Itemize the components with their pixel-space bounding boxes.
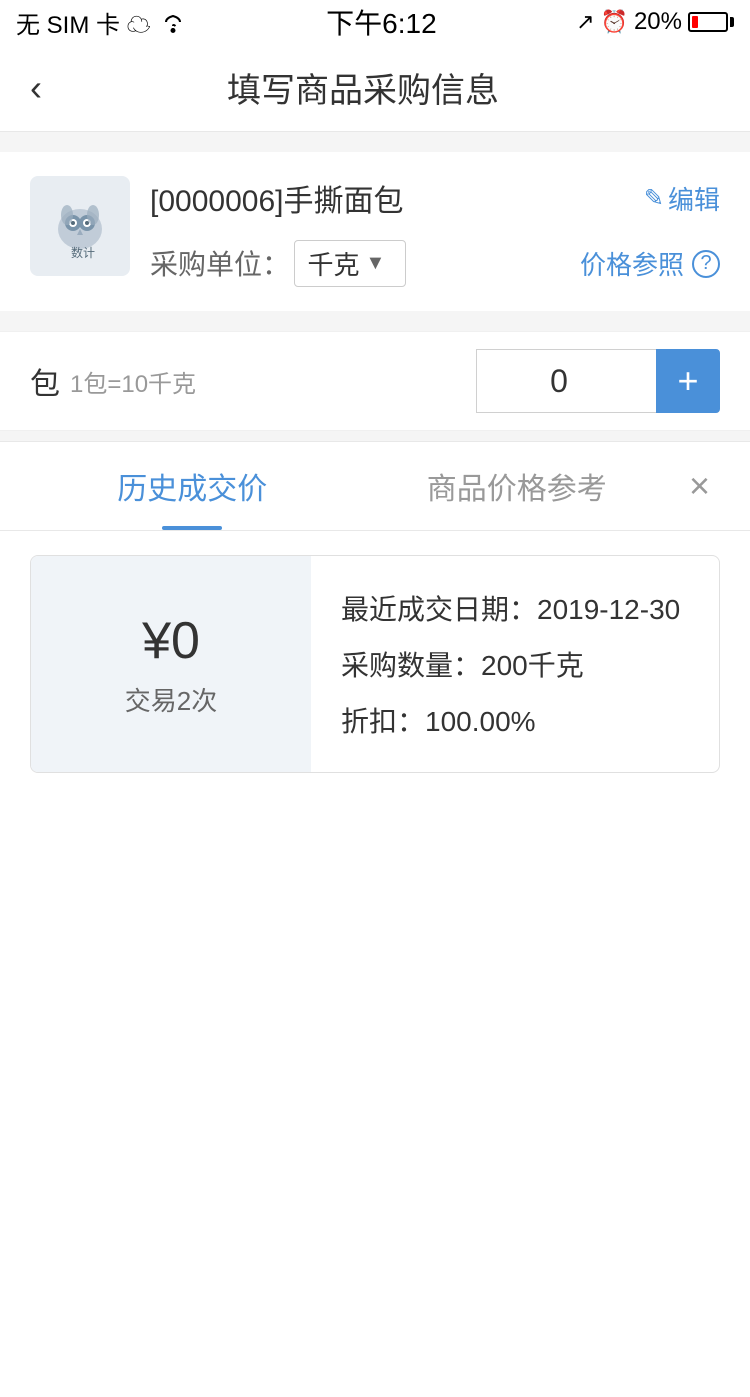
status-right: ↗ ⏰ 20% [576,8,734,36]
price-card: ¥0 交易2次 最近成交日期：2019-12-30 采购数量：200千克 折扣：… [30,555,720,773]
qty-input-group: + [476,349,720,413]
product-thumbnail: 数计 [30,176,130,276]
price-card-container: ¥0 交易2次 最近成交日期：2019-12-30 采购数量：200千克 折扣：… [0,531,750,797]
alarm-icon: ⏰ [601,9,628,35]
no-sim-text: 无 SIM 卡 ☁ [16,5,151,40]
product-card: 数计 [0000006]手撕面包 ✎ 编辑 采购单位： 千克 ▼ [0,152,750,311]
battery-icon [688,12,734,32]
edit-button[interactable]: ✎ 编辑 [644,180,720,217]
tab-price-reference[interactable]: 商品价格参考 [354,442,678,530]
svg-text:数计: 数计 [71,245,95,260]
status-time: 下午6:12 [326,2,437,42]
unit-label: 采购单位： [150,249,290,280]
tab-active-underline [162,526,222,530]
location-icon: ↗ [576,9,594,35]
tab-header: 历史成交价 商品价格参考 × [0,442,750,531]
product-logo-icon: 数计 [45,191,115,261]
tab-section: 历史成交价 商品价格参考 × ¥0 交易2次 最近成交日期：2019-12-30… [0,441,750,797]
unit-dropdown-arrow-icon: ▼ [365,252,385,275]
qty-conversion: 1包=10千克 [70,364,196,399]
tab-close-button[interactable]: × [679,455,720,517]
tab-history-price[interactable]: 历史成交价 [30,442,354,530]
price-purchase-qty: 采购数量：200千克 [341,644,689,684]
price-amount: ¥0 [142,611,200,671]
page-title: 填写商品采购信息 [62,63,664,112]
unit-select[interactable]: 千克 ▼ [294,240,406,287]
price-last-date: 最近成交日期：2019-12-30 [341,588,689,628]
price-ref-button[interactable]: 价格参照 ? [580,245,720,282]
nav-bar: ‹ 填写商品采购信息 [0,44,750,132]
price-left: ¥0 交易2次 [31,556,311,772]
product-info: [0000006]手撕面包 ✎ 编辑 采购单位： 千克 ▼ 价格参照 ? [150,176,720,287]
price-ref-label: 价格参照 [580,245,684,282]
qty-input[interactable] [476,349,656,413]
back-button[interactable]: ‹ [30,67,42,109]
wifi-icon [159,11,187,33]
bottom-area [0,797,750,1397]
quantity-section: 包 1包=10千克 + [0,331,750,431]
product-full-name: [0000006]手撕面包 [150,176,403,220]
unit-label-group: 采购单位： 千克 ▼ [150,240,406,287]
edit-icon: ✎ [644,184,664,213]
battery-percentage: 20% [634,8,682,36]
qty-plus-button[interactable]: + [656,349,720,413]
price-transactions: 交易2次 [125,681,217,718]
price-discount: 折扣：100.00% [341,700,689,740]
qty-unit-big: 包 [30,359,60,403]
qty-label: 包 1包=10千克 [30,359,196,403]
price-right: 最近成交日期：2019-12-30 采购数量：200千克 折扣：100.00% [311,556,719,772]
price-ref-question-icon: ? [692,250,720,278]
status-left: 无 SIM 卡 ☁ [16,5,187,40]
status-bar: 无 SIM 卡 ☁ 下午6:12 ↗ ⏰ 20% [0,0,750,44]
